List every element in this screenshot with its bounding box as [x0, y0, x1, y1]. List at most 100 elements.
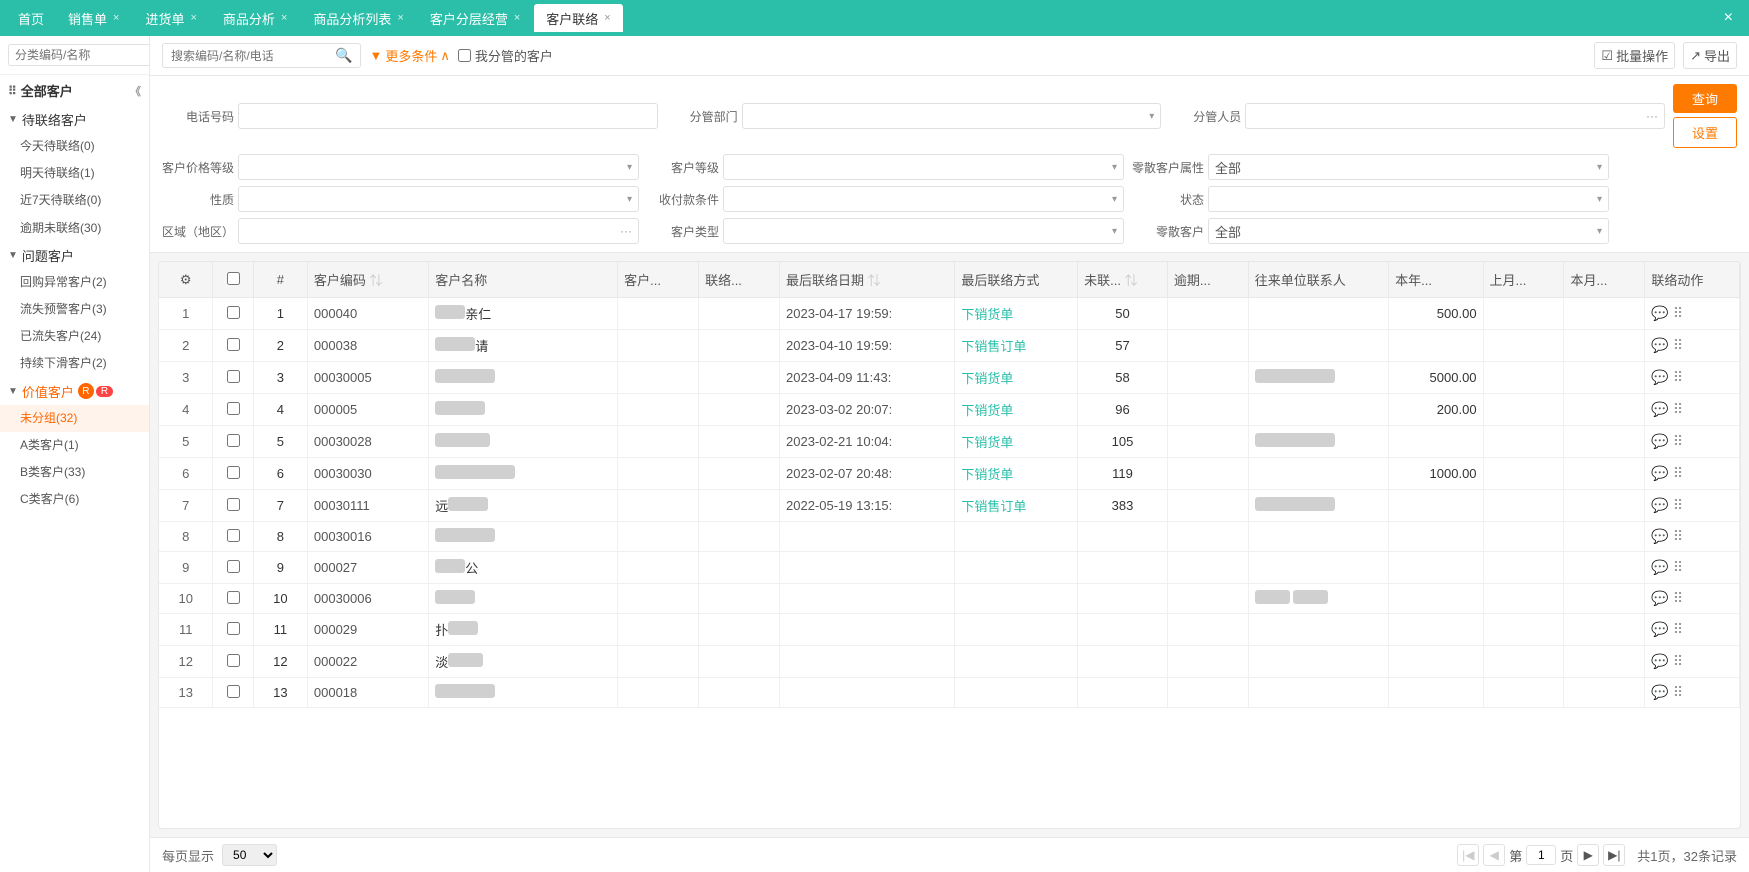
method-link[interactable]: 下销货单	[961, 467, 1013, 482]
name-col-header[interactable]: 客户名称	[429, 262, 618, 298]
sidebar-item-week-pending[interactable]: 近7天待联络(0)	[0, 187, 149, 214]
row-checkbox[interactable]	[227, 338, 240, 351]
checkbox-cell[interactable]	[213, 394, 253, 426]
row-checkbox[interactable]	[227, 654, 240, 667]
method-cell[interactable]: 下销货单	[955, 298, 1078, 330]
date-sort-icon[interactable]: ⇅	[868, 273, 881, 288]
checkbox-cell[interactable]	[213, 584, 253, 614]
reset-button[interactable]: 设置	[1673, 117, 1737, 148]
my-customers-checkbox[interactable]: 我分管的客户	[458, 46, 553, 65]
search-icon[interactable]: 🔍	[335, 47, 352, 64]
value-group-label[interactable]: ▼ 价值客户 R R	[0, 378, 149, 405]
sidebar-item-tomorrow-pending[interactable]: 明天待联络(1)	[0, 160, 149, 187]
contact-phone-icon[interactable]: 💬	[1651, 465, 1668, 482]
window-close-button[interactable]: ×	[1716, 9, 1741, 27]
close-contact-tab[interactable]: ×	[604, 13, 610, 24]
checkbox-cell[interactable]	[213, 298, 253, 330]
row-checkbox[interactable]	[227, 434, 240, 447]
all-customers-header[interactable]: ⠿ 全部客户 《	[0, 75, 149, 106]
type-select[interactable]: ▾	[723, 218, 1124, 244]
method-cell[interactable]: 下销售订单	[955, 330, 1078, 362]
tab-sales[interactable]: 销售单 ×	[56, 4, 131, 32]
method-link[interactable]: 下销售订单	[961, 499, 1026, 514]
next-page-btn[interactable]: ▶	[1577, 844, 1599, 866]
sidebar-item-declining[interactable]: 持续下滑客户(2)	[0, 350, 149, 377]
phone-input[interactable]	[238, 103, 658, 129]
grid-action-icon[interactable]: ⠿	[1673, 433, 1683, 450]
sidebar-item-churned[interactable]: 已流失客户(24)	[0, 323, 149, 350]
region-dots[interactable]: ···	[620, 224, 632, 238]
grid-action-icon[interactable]: ⠿	[1673, 653, 1683, 670]
page-number-input[interactable]	[1526, 845, 1556, 865]
settings-col-header[interactable]: ⚙	[159, 262, 213, 298]
row-checkbox[interactable]	[227, 591, 240, 604]
row-checkbox[interactable]	[227, 370, 240, 383]
select-all-checkbox[interactable]	[227, 272, 240, 285]
query-button[interactable]: 查询	[1673, 84, 1737, 113]
home-tab[interactable]: 首页	[8, 9, 54, 28]
customer-level-select[interactable]: ▾	[723, 154, 1124, 180]
prev-page-btn[interactable]: ◀	[1483, 844, 1505, 866]
grid-action-icon[interactable]: ⠿	[1673, 401, 1683, 418]
sidebar-item-churn-warning[interactable]: 流失预警客户(3)	[0, 296, 149, 323]
sidebar-item-today-pending[interactable]: 今天待联络(0)	[0, 133, 149, 160]
checkbox-cell[interactable]	[213, 426, 253, 458]
tab-customer-contact[interactable]: 客户联络 ×	[534, 4, 622, 32]
contact-phone-icon[interactable]: 💬	[1651, 369, 1668, 386]
batch-op-button[interactable]: ☑ 批量操作	[1594, 42, 1675, 69]
sidebar-collapse-icon[interactable]: 《	[130, 83, 141, 99]
close-product-analysis-tab[interactable]: ×	[281, 13, 287, 24]
date-col-header[interactable]: 最后联络日期 ⇅	[780, 262, 955, 298]
checkbox-cell[interactable]	[213, 362, 253, 394]
contact-phone-icon[interactable]: 💬	[1651, 653, 1668, 670]
close-product-list-tab[interactable]: ×	[397, 13, 403, 24]
method-cell[interactable]: 下销货单	[955, 362, 1078, 394]
grid-action-icon[interactable]: ⠿	[1673, 305, 1683, 322]
sidebar-item-abnormal[interactable]: 回购异常客户(2)	[0, 269, 149, 296]
settings-icon[interactable]: ⚙	[180, 272, 192, 287]
sidebar-item-class-b[interactable]: B类客户(33)	[0, 459, 149, 486]
grid-action-icon[interactable]: ⠿	[1673, 465, 1683, 482]
checkbox-cell[interactable]	[213, 330, 253, 362]
per-page-select[interactable]: 50 20 100	[222, 844, 277, 866]
manager-select[interactable]: ···	[1245, 103, 1665, 129]
contact-phone-icon[interactable]: 💬	[1651, 559, 1668, 576]
sidebar-item-unclassified[interactable]: 未分组(32)	[0, 405, 149, 432]
close-purchase-tab[interactable]: ×	[190, 13, 196, 24]
method-cell[interactable]	[955, 678, 1078, 708]
method-cell[interactable]: 下销售订单	[955, 490, 1078, 522]
nature-select[interactable]: ▾	[238, 186, 639, 212]
manager-dots[interactable]: ···	[1646, 109, 1658, 123]
code-sort-icon[interactable]: ⇅	[370, 273, 383, 288]
method-link[interactable]: 下销货单	[961, 435, 1013, 450]
grid-action-icon[interactable]: ⠿	[1673, 337, 1683, 354]
row-checkbox[interactable]	[227, 622, 240, 635]
row-checkbox[interactable]	[227, 306, 240, 319]
close-segment-tab[interactable]: ×	[514, 13, 520, 24]
row-checkbox[interactable]	[227, 466, 240, 479]
method-cell[interactable]	[955, 584, 1078, 614]
tab-purchase[interactable]: 进货单 ×	[133, 4, 208, 32]
contact-phone-icon[interactable]: 💬	[1651, 305, 1668, 322]
method-cell[interactable]	[955, 552, 1078, 584]
row-checkbox[interactable]	[227, 498, 240, 511]
method-cell[interactable]: 下销货单	[955, 458, 1078, 490]
unlinked-sort-icon[interactable]: ⇅	[1125, 273, 1138, 288]
export-button[interactable]: ↗ 导出	[1683, 42, 1737, 69]
payment-select[interactable]: ▾	[723, 186, 1124, 212]
code-col-header[interactable]: 客户编码 ⇅	[307, 262, 428, 298]
more-filters-btn[interactable]: ▼ 更多条件 ∧	[369, 46, 449, 65]
grid-action-icon[interactable]: ⠿	[1673, 590, 1683, 607]
close-sales-tab[interactable]: ×	[113, 13, 119, 24]
tab-product-analysis[interactable]: 商品分析 ×	[211, 4, 299, 32]
row-checkbox[interactable]	[227, 560, 240, 573]
contact-phone-icon[interactable]: 💬	[1651, 621, 1668, 638]
problem-group-label[interactable]: ▼ 问题客户	[0, 242, 149, 269]
contact-phone-icon[interactable]: 💬	[1651, 528, 1668, 545]
checkbox-cell[interactable]	[213, 614, 253, 646]
status-select[interactable]: ▾	[1208, 186, 1609, 212]
sidebar-item-class-c[interactable]: C类客户(6)	[0, 486, 149, 513]
method-cell[interactable]: 下销货单	[955, 394, 1078, 426]
grid-action-icon[interactable]: ⠿	[1673, 528, 1683, 545]
row-checkbox[interactable]	[227, 685, 240, 698]
